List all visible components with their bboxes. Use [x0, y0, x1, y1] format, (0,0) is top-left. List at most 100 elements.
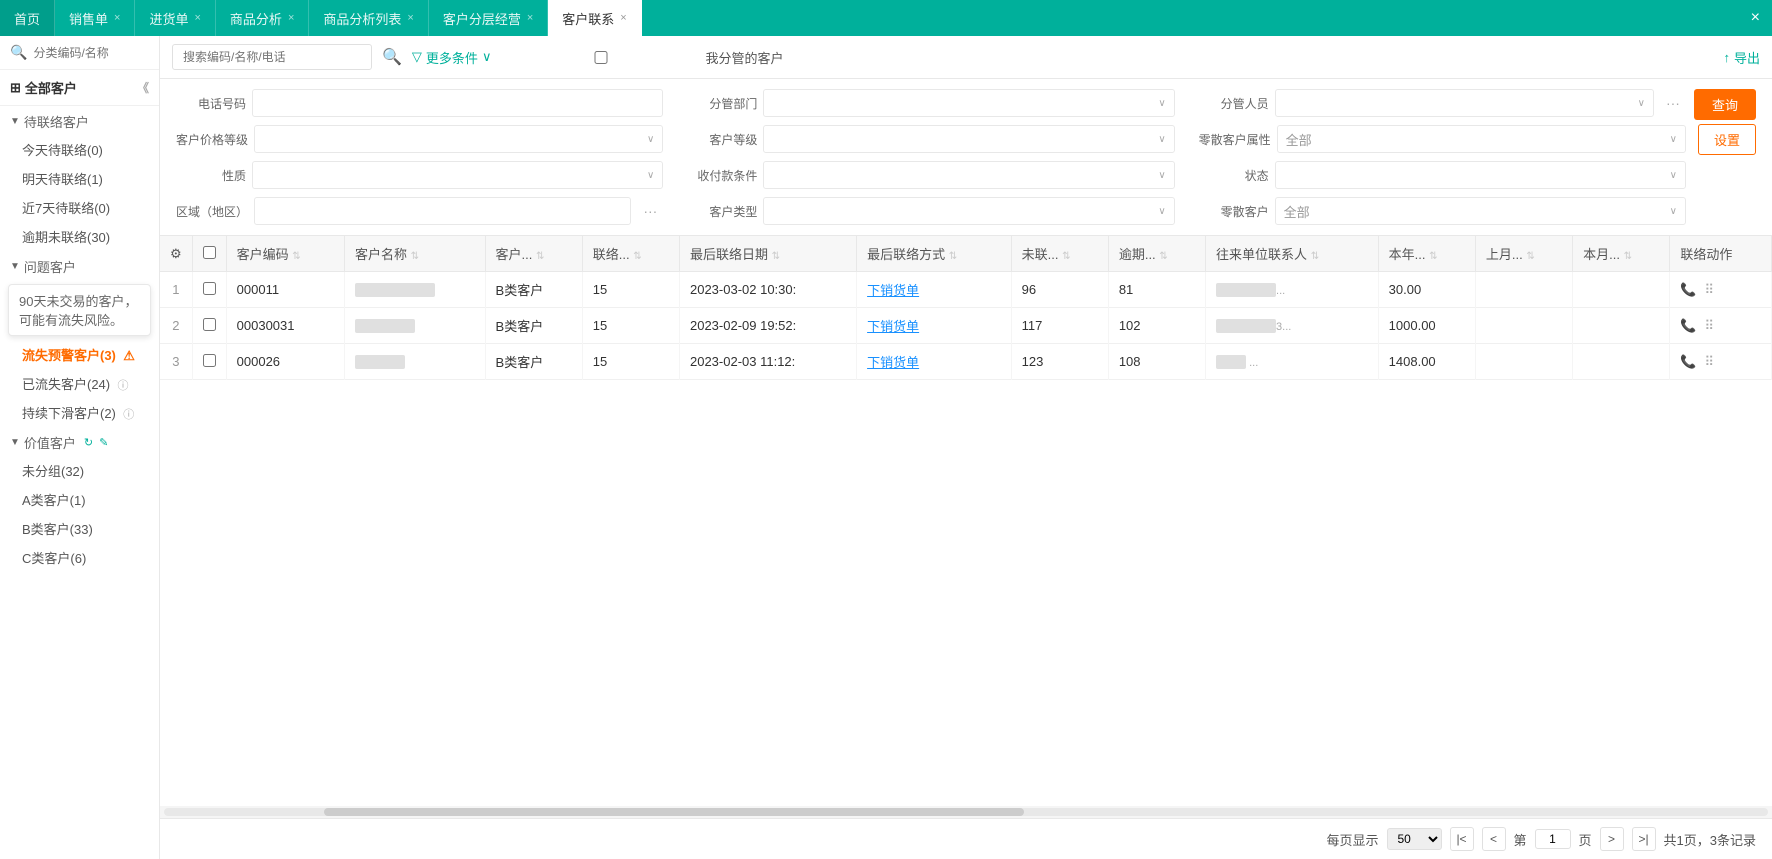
- th-overdue-days[interactable]: 逾期... ⇅: [1108, 236, 1205, 272]
- sidebar-item-tomorrow-pending[interactable]: 明天待联络(1): [0, 164, 159, 193]
- phone-input[interactable]: [252, 89, 663, 117]
- sidebar-item-declining[interactable]: 持续下滑客户(2) ⓘ: [0, 398, 159, 427]
- action-more-icon-1[interactable]: ⠿: [1705, 282, 1715, 298]
- th-last-month[interactable]: 上月... ⇅: [1475, 236, 1572, 272]
- more-conditions-button[interactable]: ▽ 更多条件 ∨: [412, 48, 492, 67]
- th-contact-person[interactable]: 往来单位联系人 ⇅: [1206, 236, 1379, 272]
- retail-customer-select[interactable]: 全部∨: [1275, 197, 1686, 225]
- tab-product-analysis-list[interactable]: 商品分析列表 ×: [309, 0, 428, 36]
- select-all-checkbox[interactable]: [203, 246, 216, 259]
- my-customers-checkbox[interactable]: [501, 51, 701, 64]
- th-unlisted-days[interactable]: 未联... ⇅: [1011, 236, 1108, 272]
- window-close-button[interactable]: ×: [1739, 0, 1772, 36]
- sidebar-group-problem[interactable]: ▼ 问题客户: [0, 251, 159, 280]
- th-this-month[interactable]: 本月... ⇅: [1573, 236, 1670, 272]
- tab-customer-contact-close[interactable]: ×: [620, 12, 626, 24]
- grade-select[interactable]: ∨: [763, 125, 1174, 153]
- dept-select[interactable]: ∨: [763, 89, 1174, 117]
- tab-customer-contact[interactable]: 客户联系 ×: [548, 0, 641, 36]
- export-icon: ↑: [1723, 50, 1730, 65]
- action-contact-icon-3[interactable]: 📞: [1680, 354, 1696, 370]
- table-header-row: ⚙ 客户编码 ⇅ 客户名称 ⇅ 客户... ⇅ 联络... ⇅ 最后联络日期 ⇅…: [160, 236, 1772, 272]
- retail-attr-select[interactable]: 全部∨: [1277, 125, 1686, 153]
- scrollbar-track: [164, 808, 1768, 816]
- sidebar-item-churned[interactable]: 已流失客户(24) ⓘ: [0, 369, 159, 398]
- person-label: 分管人员: [1199, 95, 1269, 112]
- sort-icon-type: ⇅: [536, 251, 544, 262]
- row-method-3[interactable]: 下销货单: [857, 344, 1012, 380]
- row-overdue-3: 108: [1108, 344, 1205, 380]
- setting-button[interactable]: 设置: [1698, 124, 1756, 155]
- first-page-button[interactable]: |<: [1450, 827, 1474, 851]
- prev-page-button[interactable]: <: [1482, 827, 1506, 851]
- person-select[interactable]: ∨: [1275, 89, 1654, 117]
- refresh-icon[interactable]: ↻: [84, 436, 93, 449]
- sort-icon-last-month: ⇅: [1526, 251, 1534, 262]
- sidebar-all-customers[interactable]: ⊞ 全部客户 《: [0, 70, 159, 106]
- export-button[interactable]: ↑ 导出: [1723, 48, 1760, 67]
- th-last-contact-method[interactable]: 最后联络方式 ⇅: [857, 236, 1012, 272]
- th-customer-type[interactable]: 客户... ⇅: [485, 236, 582, 272]
- scrollbar-thumb[interactable]: [324, 808, 1024, 816]
- tab-purchase[interactable]: 进货单 ×: [135, 0, 215, 36]
- row-action-1[interactable]: 📞 ⠿: [1670, 272, 1772, 308]
- tab-sales-close[interactable]: ×: [114, 12, 120, 24]
- row-method-2[interactable]: 下销货单: [857, 308, 1012, 344]
- th-customer-name[interactable]: 客户名称 ⇅: [344, 236, 485, 272]
- customer-type-select[interactable]: ∨: [763, 197, 1174, 225]
- tab-product-analysis-close[interactable]: ×: [288, 12, 294, 24]
- tab-purchase-close[interactable]: ×: [194, 12, 200, 24]
- region-select[interactable]: [254, 197, 631, 225]
- status-select[interactable]: ∨: [1275, 161, 1686, 189]
- tab-customer-tier-close[interactable]: ×: [527, 12, 533, 24]
- action-more-icon-2[interactable]: ⠿: [1705, 318, 1715, 334]
- per-page-select[interactable]: 50 100: [1387, 828, 1442, 850]
- nature-select[interactable]: ∨: [252, 161, 663, 189]
- last-page-button[interactable]: >|: [1632, 827, 1656, 851]
- sidebar-search-input[interactable]: [33, 46, 160, 60]
- action-contact-icon-1[interactable]: 📞: [1680, 282, 1696, 298]
- query-button[interactable]: 查询: [1694, 89, 1756, 120]
- action-contact-icon-2[interactable]: 📞: [1680, 318, 1696, 334]
- tab-sales[interactable]: 销售单 ×: [55, 0, 135, 36]
- price-grade-select[interactable]: ∨: [254, 125, 663, 153]
- filter-search-button[interactable]: 🔍: [382, 47, 402, 67]
- search-input[interactable]: [172, 44, 372, 70]
- sidebar-item-7days-pending[interactable]: 近7天待联络(0): [0, 193, 159, 222]
- action-more-icon-3[interactable]: ⠿: [1705, 354, 1715, 370]
- person-dots-btn[interactable]: ···: [1660, 95, 1686, 111]
- row-last-month-1: [1475, 272, 1572, 308]
- th-checkbox[interactable]: [192, 236, 226, 272]
- region-dots-btn[interactable]: ···: [637, 203, 663, 219]
- sidebar-item-class-b[interactable]: B类客户(33): [0, 514, 159, 543]
- th-this-year[interactable]: 本年... ⇅: [1378, 236, 1475, 272]
- sidebar-group-value[interactable]: ▼ 价值客户 ↻ ✎: [0, 427, 159, 456]
- th-settings[interactable]: ⚙: [160, 236, 192, 272]
- row-action-3[interactable]: 📞 ⠿: [1670, 344, 1772, 380]
- page-number-input[interactable]: [1535, 829, 1571, 849]
- row-checkbox-3[interactable]: [192, 344, 226, 380]
- my-customers-checkbox-container[interactable]: 我分管的客户: [501, 48, 783, 67]
- th-last-contact-date[interactable]: 最后联络日期 ⇅: [679, 236, 856, 272]
- th-contact-count[interactable]: 联络... ⇅: [582, 236, 679, 272]
- sidebar-item-class-c[interactable]: C类客户(6): [0, 543, 159, 572]
- edit-icon[interactable]: ✎: [99, 436, 108, 449]
- row-checkbox-2[interactable]: [192, 308, 226, 344]
- sidebar-item-overdue-pending[interactable]: 逾期未联络(30): [0, 222, 159, 251]
- tab-product-analysis[interactable]: 商品分析 ×: [216, 0, 309, 36]
- payment-select[interactable]: ∨: [763, 161, 1174, 189]
- sidebar-item-class-a[interactable]: A类客户(1): [0, 485, 159, 514]
- th-customer-code[interactable]: 客户编码 ⇅: [226, 236, 344, 272]
- tab-home[interactable]: 首页: [0, 0, 55, 36]
- tab-customer-tier[interactable]: 客户分层经营 ×: [429, 0, 548, 36]
- row-method-1[interactable]: 下销货单: [857, 272, 1012, 308]
- sidebar-item-ungrouped[interactable]: 未分组(32): [0, 456, 159, 485]
- sidebar-item-today-pending[interactable]: 今天待联络(0): [0, 135, 159, 164]
- sidebar-group-pending[interactable]: ▼ 待联络客户: [0, 106, 159, 135]
- row-action-2[interactable]: 📞 ⠿: [1670, 308, 1772, 344]
- row-checkbox-1[interactable]: [192, 272, 226, 308]
- tab-product-analysis-list-close[interactable]: ×: [407, 12, 413, 24]
- sidebar-item-churn-warning[interactable]: 流失预警客户(3) ⚠: [0, 340, 159, 369]
- horizontal-scrollbar[interactable]: [160, 806, 1772, 818]
- next-page-button[interactable]: >: [1600, 827, 1624, 851]
